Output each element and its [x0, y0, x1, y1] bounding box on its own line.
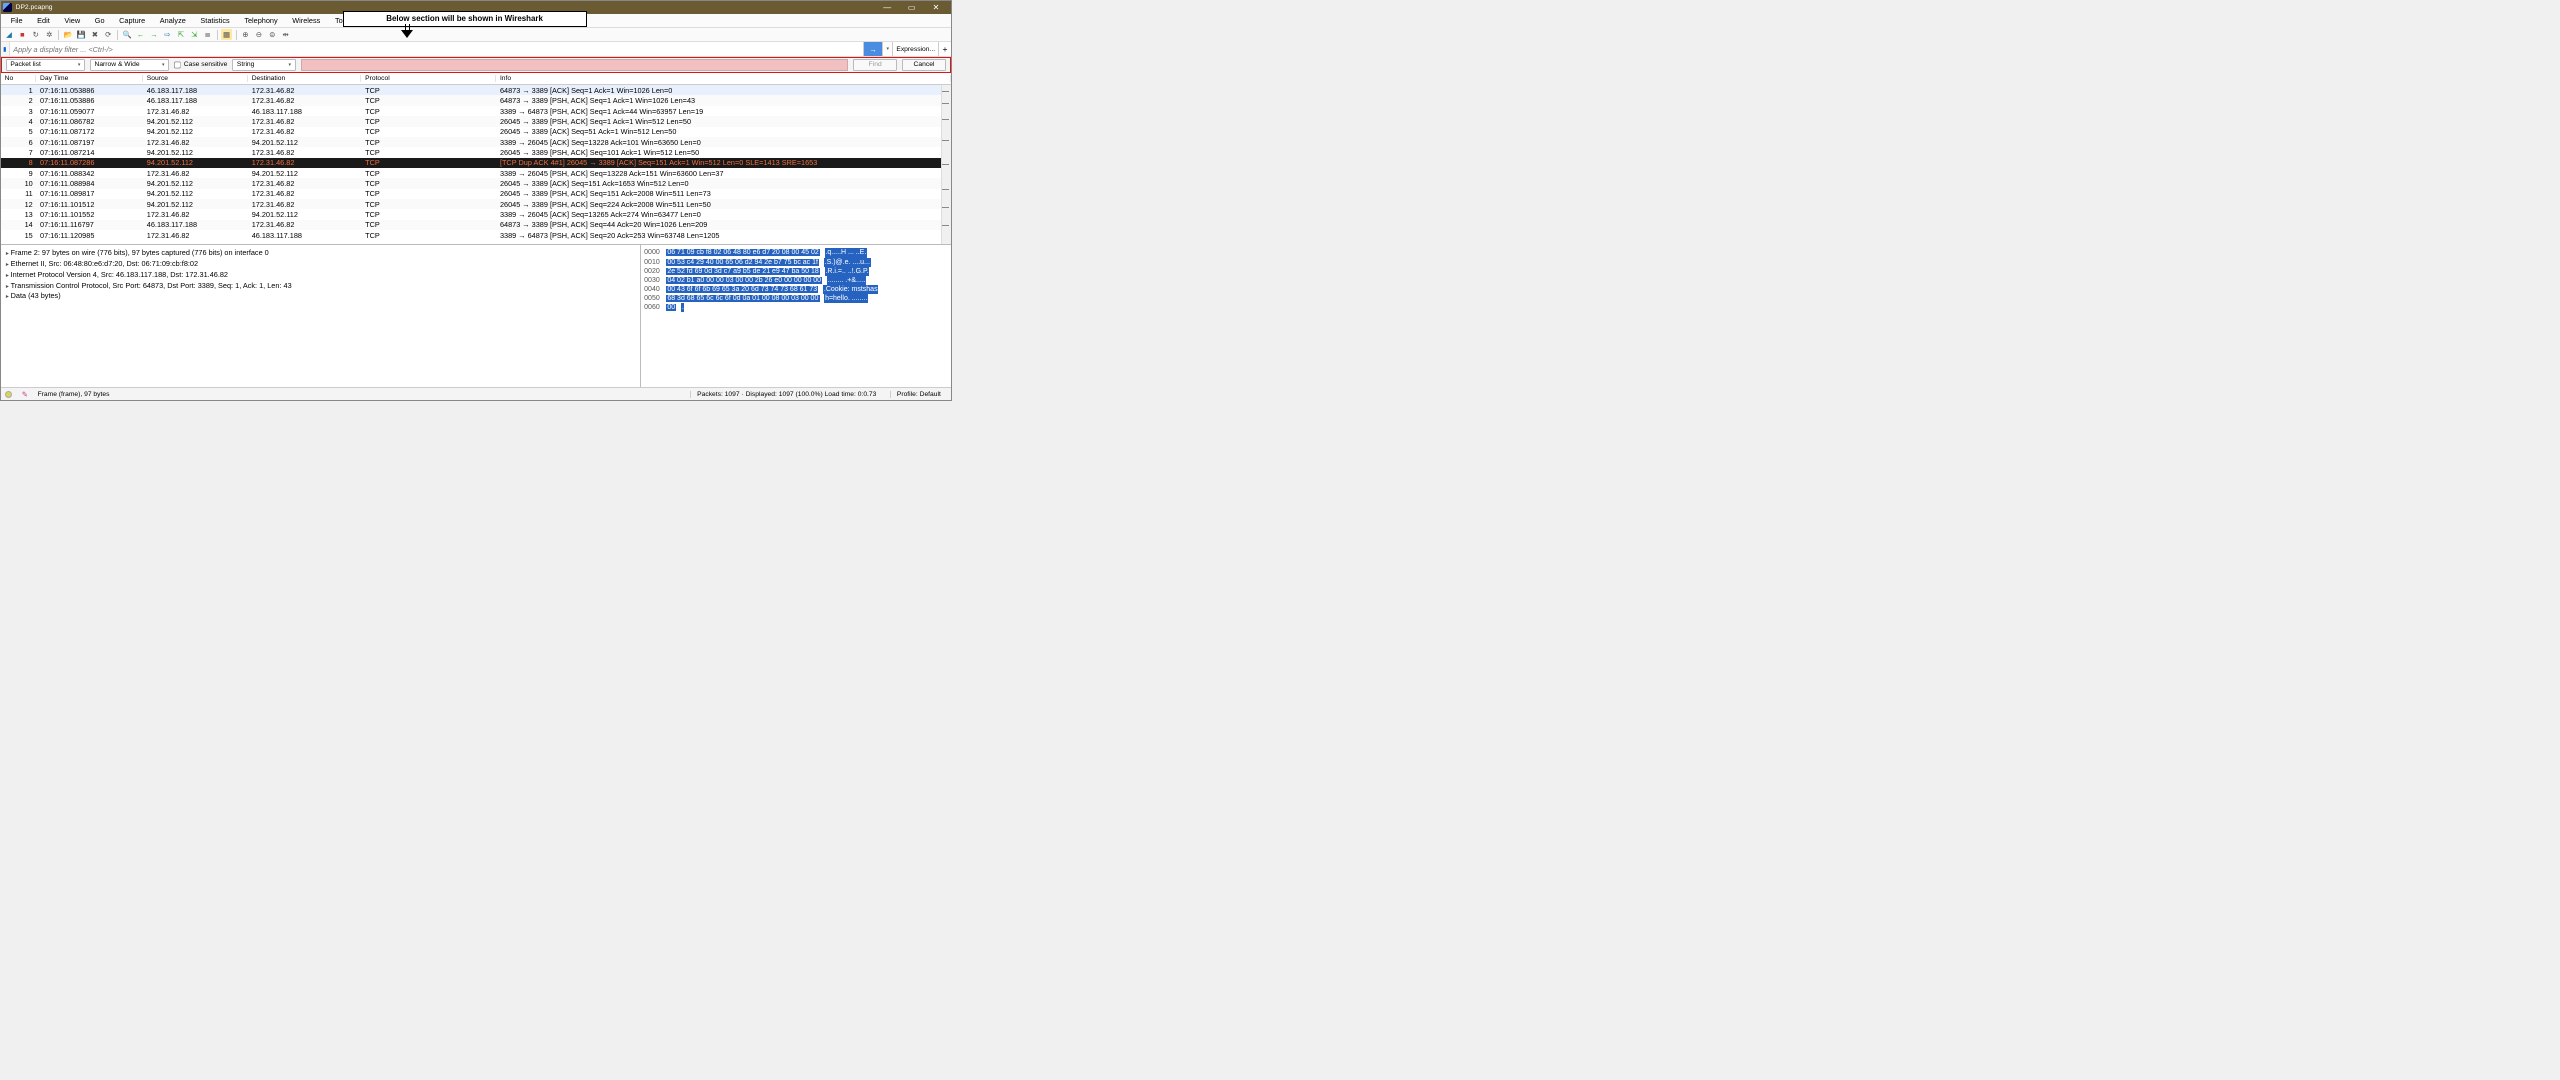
- packet-list-header[interactable]: No Day Time Source Destination Protocol …: [1, 73, 951, 85]
- start-capture-icon[interactable]: ◢: [3, 29, 14, 40]
- search-charset-combo[interactable]: Narrow & Wide▾: [90, 59, 169, 71]
- reload-icon[interactable]: ⟳: [103, 29, 114, 40]
- table-row[interactable]: 1307:16:11.101552172.31.46.8294.201.52.1…: [1, 209, 951, 219]
- tree-item[interactable]: Internet Protocol Version 4, Src: 46.183…: [6, 270, 635, 281]
- status-profile[interactable]: Profile: Default: [890, 391, 947, 398]
- go-to-packet-icon[interactable]: ⇨: [162, 29, 173, 40]
- close-file-icon[interactable]: ✖: [89, 29, 100, 40]
- packet-details-pane[interactable]: Frame 2: 97 bytes on wire (776 bits), 97…: [1, 245, 640, 387]
- hex-row[interactable]: 00202e 52 fd 69 0d 3d c7 a9 b5 de 21 e9 …: [644, 267, 947, 276]
- table-row[interactable]: 607:16:11.087197172.31.46.8294.201.52.11…: [1, 137, 951, 147]
- table-row[interactable]: 807:16:11.08728694.201.52.112172.31.46.8…: [1, 158, 951, 168]
- table-row[interactable]: 1007:16:11.08898494.201.52.112172.31.46.…: [1, 178, 951, 188]
- resize-columns-icon[interactable]: ⇹: [280, 29, 291, 40]
- zoom-out-icon[interactable]: ⊖: [253, 29, 264, 40]
- expert-info-icon[interactable]: [5, 391, 12, 398]
- menu-view[interactable]: View: [57, 15, 87, 26]
- find-packet-bar: Packet list▾ Narrow & Wide▾ Case sensiti…: [1, 57, 951, 73]
- table-row[interactable]: 207:16:11.05388646.183.117.188172.31.46.…: [1, 95, 951, 105]
- col-destination[interactable]: Destination: [248, 75, 361, 82]
- tree-item[interactable]: Data (43 bytes): [6, 291, 635, 302]
- table-row[interactable]: 1107:16:11.08981794.201.52.112172.31.46.…: [1, 189, 951, 199]
- statusbar: ✎ Frame (frame), 97 bytes Packets: 1097 …: [1, 387, 951, 400]
- packet-bytes-pane[interactable]: 000006 71 09 cb f8 02 06 48 80 e6 d7 20 …: [640, 245, 951, 387]
- stop-capture-icon[interactable]: ■: [17, 29, 28, 40]
- edit-capture-comment-icon[interactable]: ✎: [19, 389, 30, 400]
- go-back-icon[interactable]: ←: [135, 29, 146, 40]
- table-row[interactable]: 1507:16:11.120985172.31.46.8246.183.117.…: [1, 230, 951, 240]
- cancel-find-button[interactable]: Cancel: [902, 59, 946, 71]
- window-title: DP2.pcapng: [16, 4, 53, 11]
- find-packet-icon[interactable]: 🔍: [122, 29, 133, 40]
- table-row[interactable]: 707:16:11.08721494.201.52.112172.31.46.8…: [1, 147, 951, 157]
- display-filter-bar: ▮ → ▾ Expression... +: [1, 42, 951, 57]
- open-file-icon[interactable]: 📂: [63, 29, 74, 40]
- capture-options-icon[interactable]: ✲: [44, 29, 55, 40]
- col-time[interactable]: Day Time: [36, 75, 143, 82]
- menu-go[interactable]: Go: [87, 15, 111, 26]
- close-button[interactable]: ✕: [924, 3, 948, 12]
- apply-filter-button[interactable]: →: [863, 42, 883, 56]
- table-row[interactable]: 307:16:11.059077172.31.46.8246.183.117.1…: [1, 106, 951, 116]
- scrollbar[interactable]: [941, 85, 951, 244]
- status-packets: Packets: 1097 · Displayed: 1097 (100.0%)…: [690, 391, 882, 398]
- minimize-button[interactable]: —: [875, 3, 899, 12]
- main-toolbar: ◢ ■ ↻ ✲ 📂 💾 ✖ ⟳ 🔍 ← → ⇨ ⇱ ⇲ ≣ ▦ ⊕ ⊖ ⊜ ⇹: [1, 28, 951, 43]
- col-info[interactable]: Info: [496, 75, 950, 82]
- menu-capture[interactable]: Capture: [112, 15, 153, 26]
- tree-item[interactable]: Ethernet II, Src: 06:48:80:e6:d7:20, Dst…: [6, 259, 635, 270]
- go-first-icon[interactable]: ⇱: [175, 29, 186, 40]
- colorize-icon[interactable]: ▦: [221, 29, 232, 40]
- display-filter-input[interactable]: [10, 42, 863, 56]
- table-row[interactable]: 407:16:11.08678294.201.52.112172.31.46.8…: [1, 116, 951, 126]
- packet-list[interactable]: 107:16:11.05388646.183.117.188172.31.46.…: [1, 85, 951, 244]
- table-row[interactable]: 107:16:11.05388646.183.117.188172.31.46.…: [1, 85, 951, 95]
- go-last-icon[interactable]: ⇲: [189, 29, 200, 40]
- search-text-input[interactable]: [301, 59, 849, 71]
- hex-row[interactable]: 001000 53 c4 29 40 00 65 06 d2 94 2e b7 …: [644, 258, 947, 267]
- menu-telephony[interactable]: Telephony: [237, 15, 285, 26]
- menu-wireless[interactable]: Wireless: [285, 15, 328, 26]
- menu-analyze[interactable]: Analyze: [152, 15, 193, 26]
- table-row[interactable]: 507:16:11.08717294.201.52.112172.31.46.8…: [1, 127, 951, 137]
- filter-history-dropdown[interactable]: ▾: [882, 42, 892, 56]
- arrow-head-icon: [401, 30, 413, 38]
- tree-item[interactable]: Frame 2: 97 bytes on wire (776 bits), 97…: [6, 248, 635, 259]
- menu-statistics[interactable]: Statistics: [193, 15, 237, 26]
- table-row[interactable]: 1207:16:11.10151294.201.52.112172.31.46.…: [1, 199, 951, 209]
- filter-bookmark-icon[interactable]: ▮: [1, 42, 10, 56]
- wireshark-icon: [3, 3, 12, 12]
- save-file-icon[interactable]: 💾: [76, 29, 87, 40]
- col-protocol[interactable]: Protocol: [361, 75, 496, 82]
- maximize-button[interactable]: ▭: [899, 3, 923, 12]
- tree-item[interactable]: Transmission Control Protocol, Src Port:…: [6, 281, 635, 292]
- case-sensitive-checkbox[interactable]: Case sensitive: [174, 61, 227, 68]
- hex-row[interactable]: 006000.: [644, 303, 947, 312]
- search-type-combo[interactable]: String▾: [232, 59, 295, 71]
- annotation-callout: Below section will be shown in Wireshark: [343, 11, 587, 27]
- menu-file[interactable]: File: [3, 15, 29, 26]
- restart-capture-icon[interactable]: ↻: [30, 29, 41, 40]
- hex-row[interactable]: 005068 3d 68 65 6c 6c 6f 0d 0a 01 00 08 …: [644, 294, 947, 303]
- search-scope-combo[interactable]: Packet list▾: [6, 59, 85, 71]
- auto-scroll-icon[interactable]: ≣: [202, 29, 213, 40]
- menubar: File Edit View Go Capture Analyze Statis…: [1, 14, 951, 27]
- table-row[interactable]: 907:16:11.088342172.31.46.8294.201.52.11…: [1, 168, 951, 178]
- hex-row[interactable]: 003004 02 b1 a0 00 00 03 00 00 2b 26 e0 …: [644, 276, 947, 285]
- hex-row[interactable]: 004000 43 6f 6f 6b 69 65 3a 20 6d 73 74 …: [644, 285, 947, 294]
- menu-edit[interactable]: Edit: [30, 15, 57, 26]
- go-forward-icon[interactable]: →: [148, 29, 159, 40]
- add-filter-button[interactable]: +: [938, 42, 950, 56]
- find-button[interactable]: Find: [853, 59, 897, 71]
- status-left: Frame (frame), 97 bytes: [38, 391, 110, 398]
- zoom-in-icon[interactable]: ⊕: [240, 29, 251, 40]
- expression-button[interactable]: Expression...: [892, 42, 938, 56]
- table-row[interactable]: 1407:16:11.11679746.183.117.188172.31.46…: [1, 220, 951, 230]
- col-source[interactable]: Source: [143, 75, 248, 82]
- col-no[interactable]: No: [1, 75, 36, 82]
- zoom-reset-icon[interactable]: ⊜: [267, 29, 278, 40]
- hex-row[interactable]: 000006 71 09 cb f8 02 06 48 80 e6 d7 20 …: [644, 248, 947, 257]
